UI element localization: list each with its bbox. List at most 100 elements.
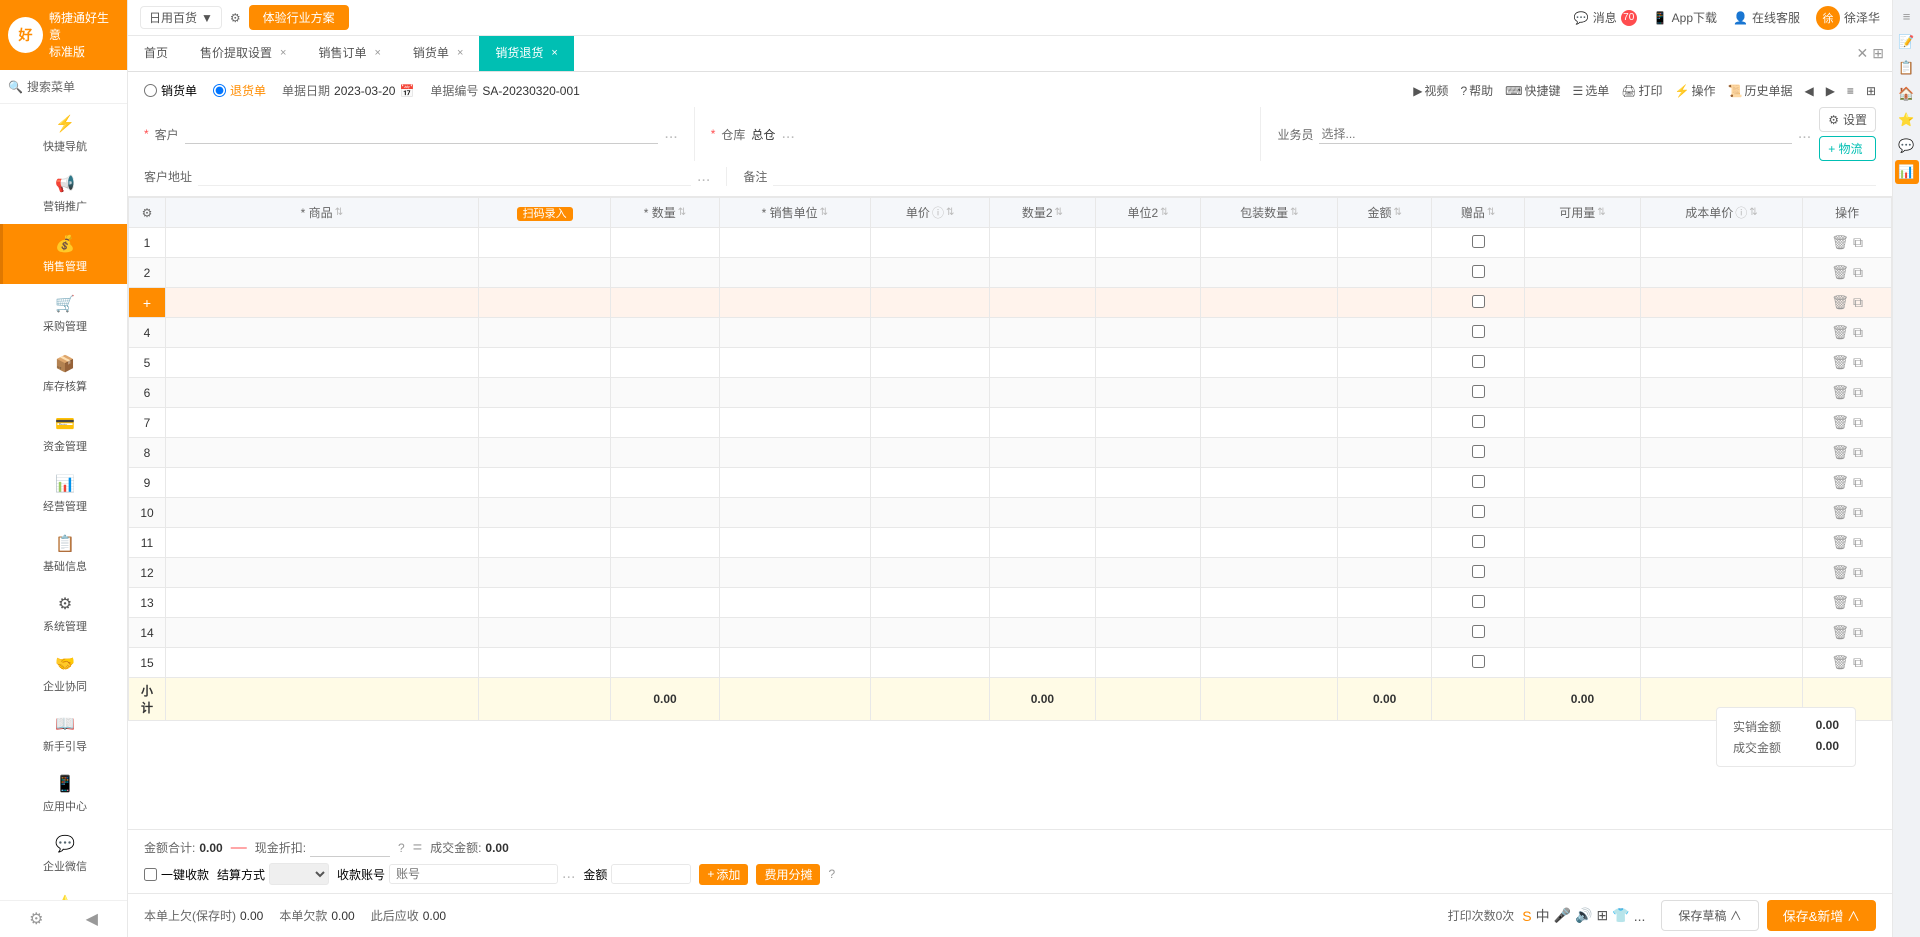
zh-icon[interactable]: 中 (1536, 906, 1550, 926)
customer-input[interactable] (185, 125, 659, 144)
unit-price-cell[interactable] (871, 468, 990, 498)
unit-price-cell[interactable] (871, 408, 990, 438)
unit-price-cell[interactable] (871, 348, 990, 378)
gift-cell[interactable] (1431, 528, 1524, 558)
trial-btn[interactable]: 体验行业方案 (249, 5, 349, 30)
quantity-cell[interactable] (611, 348, 719, 378)
staff-picker-btn[interactable]: ... (1798, 125, 1811, 143)
delete-row-btn[interactable]: 🗑 (1831, 564, 1849, 581)
copy-row-btn[interactable]: ⧉ (1853, 444, 1863, 461)
sidebar-item-enterprise[interactable]: 🤝 企业协同 (0, 644, 127, 704)
copy-row-btn[interactable]: ⧉ (1853, 534, 1863, 551)
delete-row-btn[interactable]: 🗑 (1831, 474, 1849, 491)
delete-row-btn[interactable]: 🗑 (1831, 324, 1849, 341)
account-picker-btn[interactable]: ... (562, 865, 575, 883)
delete-row-btn[interactable]: 🗑 (1831, 384, 1849, 401)
quantity-cell[interactable] (611, 378, 719, 408)
save-new-btn[interactable]: 保存&新增 ∧ (1767, 900, 1876, 931)
add-payment-btn[interactable]: + 添加 (699, 864, 748, 885)
unit-price-cell[interactable] (871, 498, 990, 528)
delete-row-btn[interactable]: 🗑 (1831, 654, 1849, 671)
account-input[interactable] (389, 864, 558, 884)
copy-row-btn[interactable]: ⧉ (1853, 234, 1863, 251)
copy-row-btn[interactable]: ⧉ (1853, 594, 1863, 611)
warehouse-picker-btn[interactable]: ... (781, 125, 794, 143)
delete-row-btn[interactable]: 🗑 (1831, 414, 1849, 431)
copy-row-btn[interactable]: ⧉ (1853, 624, 1863, 641)
sales-unit-cell[interactable] (719, 228, 871, 258)
sidebar-item-purchase[interactable]: 🛒 采购管理 (0, 284, 127, 344)
sales-unit-cell[interactable] (719, 438, 871, 468)
sort-pack-icon[interactable]: ⇅ (1290, 207, 1298, 218)
tab-sales-order[interactable]: 销售订单 × (302, 36, 396, 71)
tab-close-price-settings[interactable]: × (280, 47, 286, 59)
sidebar-item-vip[interactable]: ⭐ 畅会员 (0, 884, 127, 900)
address-input[interactable] (198, 167, 691, 186)
col-header-scan[interactable]: 扫码录入 (478, 198, 611, 228)
grid-icon2[interactable]: ⊞ (1597, 907, 1609, 924)
collapse-icon[interactable]: ◀ (86, 909, 98, 929)
sidebar-item-quick-nav[interactable]: ⚡ 快捷导航 (0, 104, 127, 164)
sidebar-item-inventory[interactable]: 📦 库存核算 (0, 344, 127, 404)
quantity-cell[interactable] (611, 318, 719, 348)
tab-home[interactable]: 首页 (128, 36, 184, 71)
sort-unit2-icon[interactable]: ⇅ (1160, 207, 1168, 218)
sales-unit-cell[interactable] (719, 498, 871, 528)
print-btn[interactable]: 🖨 打印 (1621, 82, 1662, 99)
add-logistics-btn[interactable]: + 物流 (1819, 136, 1876, 161)
sales-unit-cell[interactable] (719, 348, 871, 378)
delete-row-btn[interactable]: 🗑 (1831, 504, 1849, 521)
sales-unit-cell[interactable] (719, 318, 871, 348)
gift-cell[interactable] (1431, 438, 1524, 468)
quantity-cell[interactable] (611, 258, 719, 288)
copy-row-btn[interactable]: ⧉ (1853, 354, 1863, 371)
grid-view-btn[interactable]: ⊞ (1866, 84, 1876, 98)
unit-price-cell[interactable] (871, 258, 990, 288)
next-doc-btn[interactable]: ▶ (1826, 84, 1835, 98)
remark-input[interactable] (773, 167, 1876, 186)
mic-icon[interactable]: 🎤 (1554, 907, 1571, 924)
delete-row-btn[interactable]: 🗑 (1831, 534, 1849, 551)
unit-price-cell[interactable] (871, 378, 990, 408)
sort-price-icon[interactable]: ⇅ (946, 207, 954, 218)
copy-row-btn[interactable]: ⧉ (1853, 504, 1863, 521)
quantity-cell[interactable] (611, 648, 719, 678)
product-cell[interactable] (166, 498, 479, 528)
fee-split-help-icon[interactable]: ? (828, 867, 835, 881)
quantity-cell[interactable] (611, 408, 719, 438)
product-cell[interactable] (166, 258, 479, 288)
close-tab-btn[interactable]: ✕ (1857, 45, 1869, 62)
gift-cell[interactable] (1431, 558, 1524, 588)
calendar-icon[interactable]: 📅 (399, 84, 414, 98)
sort-qty-icon[interactable]: ⇅ (678, 207, 686, 218)
delete-row-btn[interactable]: 🗑 (1831, 444, 1849, 461)
customer-picker-btn[interactable]: ... (664, 125, 677, 143)
product-cell[interactable] (166, 348, 479, 378)
sort-unit-icon[interactable]: ⇅ (820, 207, 828, 218)
settle-method-select[interactable] (269, 863, 329, 885)
sales-unit-cell[interactable] (719, 258, 871, 288)
rs-btn-7[interactable]: 📊 (1895, 160, 1919, 184)
sales-unit-cell[interactable] (719, 528, 871, 558)
online-service-btn[interactable]: 👤 在线客服 (1733, 9, 1800, 26)
sidebar-item-marketing[interactable]: 📢 营销推广 (0, 164, 127, 224)
tab-close-sales-order[interactable]: × (374, 47, 380, 59)
gift-cell[interactable] (1431, 648, 1524, 678)
radio-sales-bill[interactable]: 销货单 (144, 82, 197, 99)
rs-btn-5[interactable]: ⭐ (1895, 108, 1919, 132)
copy-row-btn[interactable]: ⧉ (1853, 294, 1863, 311)
table-col-settings[interactable]: ⚙ (129, 198, 166, 228)
form-settings-btn[interactable]: ⚙ 设置 (1819, 107, 1876, 132)
list-view-btn[interactable]: ≡ (1847, 84, 1854, 98)
unit-price-cell[interactable] (871, 228, 990, 258)
sidebar-item-finance[interactable]: 💳 资金管理 (0, 404, 127, 464)
app-download-btn[interactable]: 📱 App下载 (1653, 9, 1717, 26)
copy-row-btn[interactable]: ⧉ (1853, 384, 1863, 401)
message-btn[interactable]: 💬 消息 70 (1574, 9, 1637, 26)
product-cell[interactable] (166, 528, 479, 558)
quantity-cell[interactable] (611, 438, 719, 468)
unit-price-cell[interactable] (871, 528, 990, 558)
product-cell[interactable] (166, 288, 479, 318)
sort-cost-icon[interactable]: ⇅ (1749, 207, 1757, 218)
product-cell[interactable] (166, 228, 479, 258)
